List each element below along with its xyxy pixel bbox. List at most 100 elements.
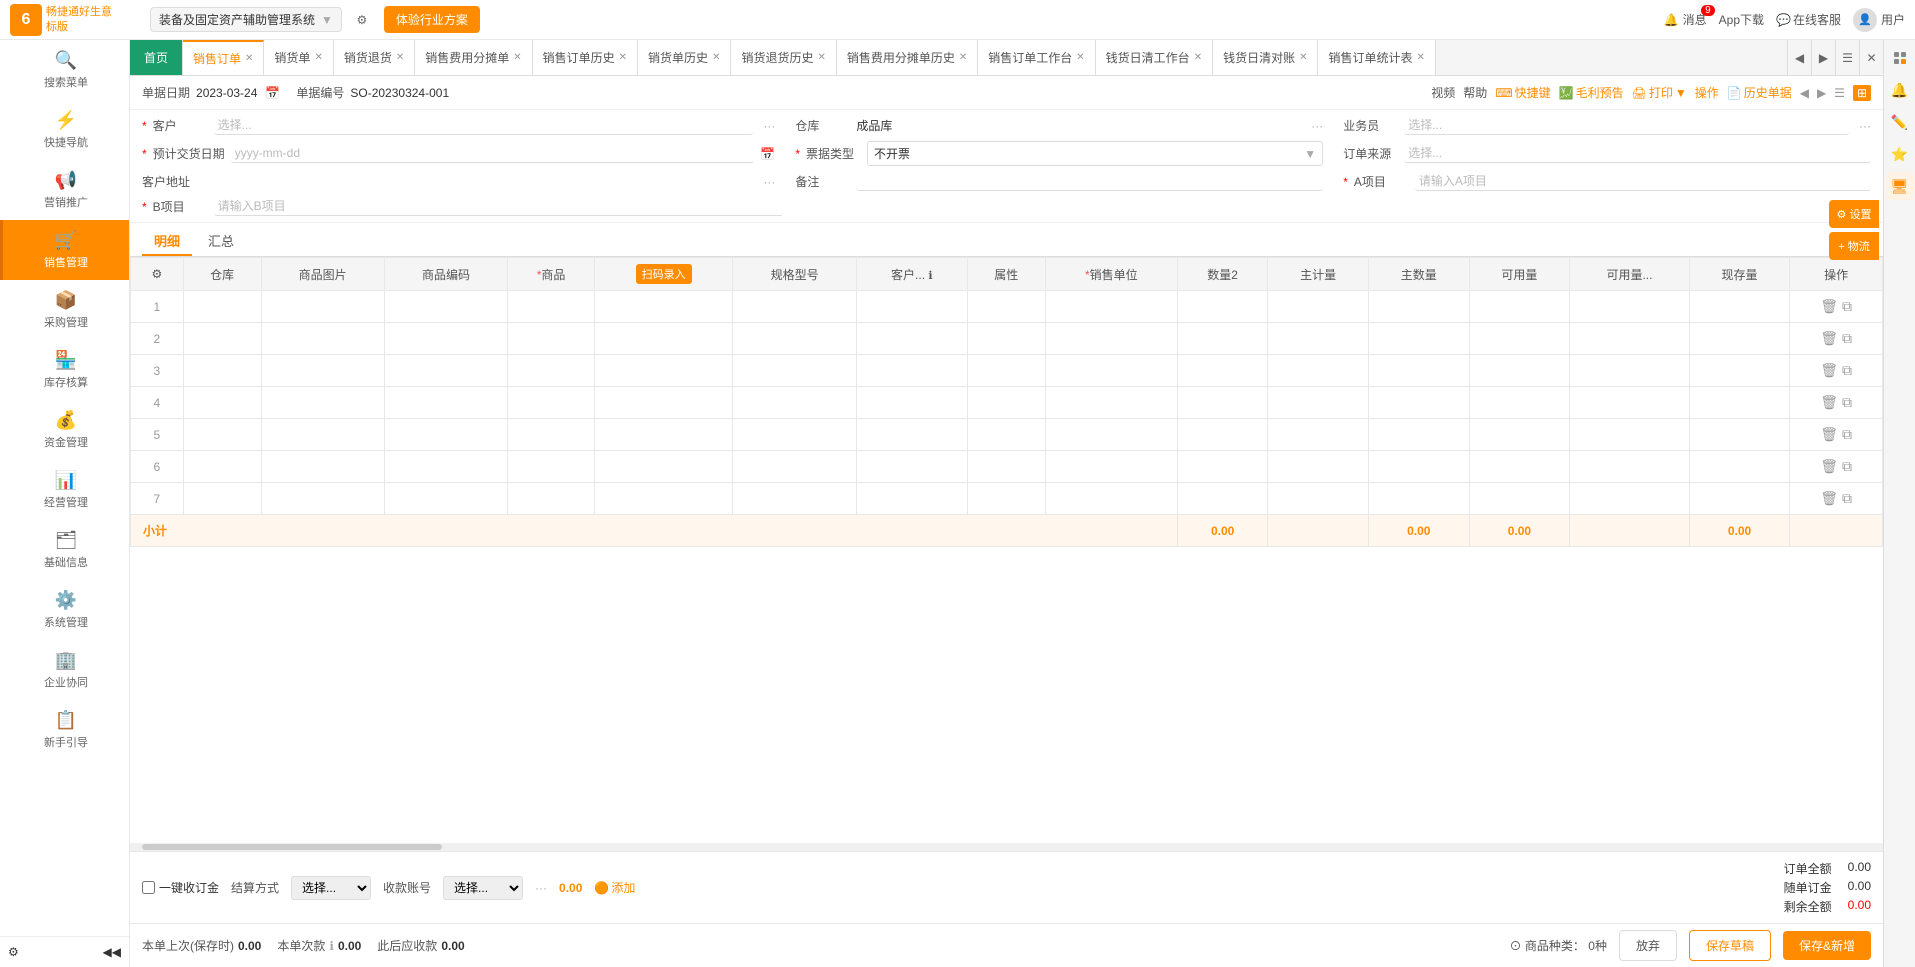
scan-button[interactable]: 扫码录入: [636, 264, 692, 284]
view-video-btn[interactable]: 视频: [1431, 84, 1455, 101]
horizontal-scrollbar[interactable]: [130, 843, 1883, 851]
tab-close-icon[interactable]: ✕: [314, 52, 322, 63]
delete-row-icon[interactable]: 🗑: [1820, 458, 1838, 475]
user-avatar[interactable]: 👤 用户: [1853, 8, 1905, 32]
tab-sales-order-history[interactable]: 销售订单历史 ✕: [533, 40, 638, 76]
tab-sales-order[interactable]: 销售订单 ✕: [183, 40, 264, 76]
tab-close-icon[interactable]: ✕: [245, 53, 253, 64]
tab-close-icon[interactable]: ✕: [619, 52, 627, 63]
delivery-calendar-icon[interactable]: 📅: [760, 147, 775, 161]
tab-order-workbench[interactable]: 销售订单工作台 ✕: [978, 40, 1095, 76]
tab-close-icon[interactable]: ✕: [959, 52, 967, 63]
address-dots-btn[interactable]: ···: [763, 175, 775, 189]
dots-bank-icon[interactable]: ···: [535, 881, 547, 895]
row-code[interactable]: [384, 291, 507, 323]
list-view-icon[interactable]: ☰: [1834, 86, 1845, 100]
nav-next-icon[interactable]: ▶: [1817, 86, 1826, 100]
tab-daily-reconcile[interactable]: 钱货日清对账 ✕: [1213, 40, 1318, 76]
sidebar-item-search[interactable]: 🔍 搜索菜单: [0, 40, 129, 100]
tab-close-icon[interactable]: ✕: [1299, 52, 1307, 63]
row-available[interactable]: [1469, 291, 1570, 323]
collapse-icon[interactable]: ◀◀: [103, 945, 121, 959]
profit-btn[interactable]: 💹 毛利预告: [1559, 84, 1624, 101]
right-panel-display-icon[interactable]: 🖥: [1886, 172, 1914, 200]
customer-dots-btn[interactable]: ···: [763, 119, 775, 133]
delete-row-icon[interactable]: 🗑: [1820, 298, 1838, 315]
row-warehouse[interactable]: [183, 291, 261, 323]
copy-row-icon[interactable]: ⧉: [1842, 458, 1852, 475]
tab-menu-icon[interactable]: ☰: [1835, 40, 1859, 76]
delete-row-icon[interactable]: 🗑: [1820, 490, 1838, 507]
bank-account-select[interactable]: 选择...: [443, 876, 523, 900]
salesperson-dots-btn[interactable]: ···: [1859, 119, 1871, 133]
tab-close-icon[interactable]: ✕: [1076, 52, 1084, 63]
sidebar-item-operations[interactable]: 📊 经营管理: [0, 460, 129, 520]
customer-code-info-icon[interactable]: ℹ: [928, 270, 932, 282]
settings-float-btn[interactable]: ⚙ 设置: [1829, 200, 1879, 228]
row-customer-code[interactable]: [856, 291, 967, 323]
a-project-input[interactable]: [1415, 172, 1871, 191]
goods-types-icon[interactable]: ⊙: [1510, 939, 1522, 953]
tab-summary[interactable]: 汇总: [196, 227, 246, 256]
tab-sales-expense[interactable]: 销售费用分摊单 ✕: [415, 40, 532, 76]
print-btn[interactable]: 🖨 打印 ▼: [1632, 84, 1687, 101]
row-stock[interactable]: [1689, 291, 1790, 323]
save-draft-button[interactable]: 保存草稿: [1689, 930, 1771, 961]
right-panel-settings-icon[interactable]: [1886, 44, 1914, 72]
tab-prev-icon[interactable]: ◀: [1787, 40, 1811, 76]
row-product[interactable]: [508, 291, 595, 323]
sidebar-item-quick-nav[interactable]: ⚡ 快捷导航: [0, 100, 129, 160]
customer-input[interactable]: [214, 116, 754, 135]
row-attr[interactable]: [967, 291, 1045, 323]
tab-close-icon[interactable]: ✕: [396, 52, 404, 63]
sidebar-item-base[interactable]: 🗂 基础信息: [0, 520, 129, 580]
tab-sales-return[interactable]: 销货退货 ✕: [334, 40, 415, 76]
sidebar-item-guide[interactable]: 📋 新手引导: [0, 700, 129, 760]
tab-close-icon[interactable]: ✕: [1417, 52, 1425, 63]
tab-home[interactable]: 首页: [130, 40, 183, 76]
delete-row-icon[interactable]: 🗑: [1820, 426, 1838, 443]
tab-expense-history[interactable]: 销售费用分摊单历史 ✕: [837, 40, 978, 76]
nav-prev-icon[interactable]: ◀: [1800, 86, 1809, 100]
logistics-float-btn[interactable]: + 物流: [1829, 232, 1879, 260]
right-panel-edit-icon[interactable]: ✏️: [1886, 108, 1914, 136]
tab-daily-workbench[interactable]: 钱货日清工作台 ✕: [1096, 40, 1213, 76]
delete-row-icon[interactable]: 🗑: [1820, 330, 1838, 347]
one-click-checkbox-input[interactable]: [142, 881, 155, 894]
settings-gear-icon[interactable]: ⚙: [348, 6, 376, 34]
tab-close-icon[interactable]: ✕: [513, 52, 521, 63]
tab-sales-invoice[interactable]: 销货单 ✕: [264, 40, 333, 76]
sidebar-item-sales[interactable]: 🛒 销售管理: [0, 220, 129, 280]
one-click-deposit-checkbox[interactable]: 一键收订金: [142, 879, 219, 896]
col-scan[interactable]: 扫码录入: [594, 258, 733, 291]
system-selector[interactable]: 装备及固定资产辅助管理系统 ▼: [150, 7, 342, 32]
help-btn[interactable]: 帮助: [1463, 84, 1487, 101]
tab-invoice-history[interactable]: 销货单历史 ✕: [638, 40, 731, 76]
sidebar-item-finance[interactable]: 💰 资金管理: [0, 400, 129, 460]
sidebar-item-marketing[interactable]: 📢 营销推广: [0, 160, 129, 220]
copy-row-icon[interactable]: ⧉: [1842, 330, 1852, 347]
notification-bell[interactable]: 🔔 9 消息: [1664, 11, 1707, 28]
info-icon[interactable]: ℹ: [329, 939, 334, 953]
tab-close-icon[interactable]: ✕: [817, 52, 825, 63]
order-source-input[interactable]: [1404, 144, 1871, 163]
delete-row-icon[interactable]: 🗑: [1820, 394, 1838, 411]
delivery-date-input[interactable]: [231, 144, 755, 163]
sidebar-item-purchase[interactable]: 📦 采购管理: [0, 280, 129, 340]
sidebar-item-enterprise[interactable]: 🏢 企业协同: [0, 640, 129, 700]
discard-button[interactable]: 放弃: [1619, 930, 1677, 961]
col-settings[interactable]: ⚙: [131, 258, 184, 291]
settings-bottom-icon[interactable]: ⚙: [8, 945, 19, 959]
payment-method-select[interactable]: 选择...: [291, 876, 371, 900]
tab-sales-stats[interactable]: 销售订单统计表 ✕: [1318, 40, 1435, 76]
right-panel-star-icon[interactable]: ⭐: [1886, 140, 1914, 168]
salesperson-input[interactable]: [1404, 116, 1849, 135]
row-available2[interactable]: [1570, 291, 1690, 323]
tab-close-icon[interactable]: ✕: [712, 52, 720, 63]
invoice-type-select[interactable]: 不开票 ▼: [867, 141, 1323, 166]
tab-close-icon[interactable]: ✕: [1194, 52, 1202, 63]
row-unit[interactable]: [1045, 291, 1177, 323]
shortcut-btn[interactable]: ⌨ 快捷键: [1495, 84, 1550, 101]
right-panel-notification-icon[interactable]: 🔔: [1886, 76, 1914, 104]
warehouse-dots-btn[interactable]: ···: [1311, 119, 1323, 133]
